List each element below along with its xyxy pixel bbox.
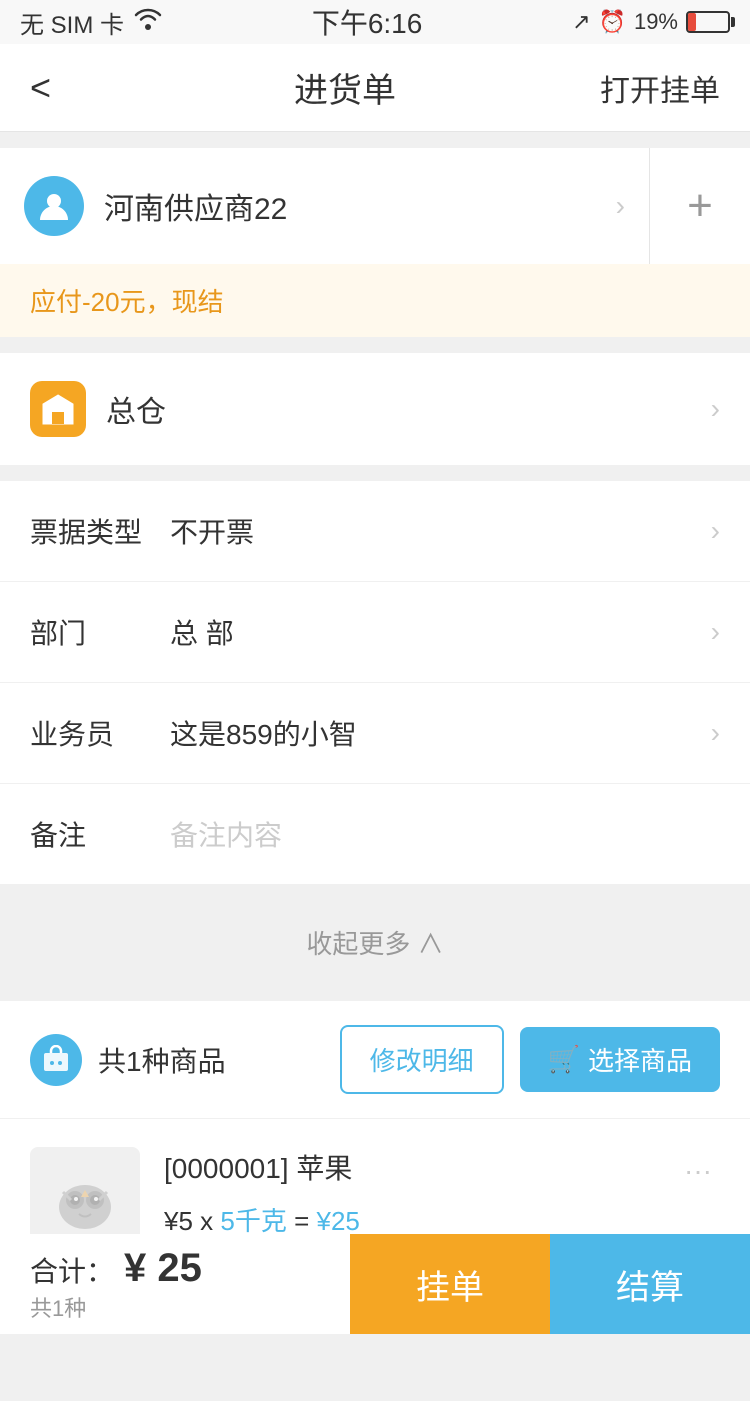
salesperson-row[interactable]: 业务员 这是859的小智 › [0,683,750,784]
supplier-avatar [24,176,84,236]
supplier-row[interactable]: 河南供应商22 › [0,148,650,264]
checkout-button[interactable]: 结算 [550,1234,750,1334]
open-hang-button[interactable]: 打开挂单 [600,66,720,110]
warehouse-icon [30,381,86,437]
product-name: [0000001] 苹果 [164,1147,676,1187]
total-wrapper: 合计： ¥ 25 共1种 [30,1246,202,1323]
total-amount: ¥ 25 [124,1246,202,1291]
product-info: [0000001] 苹果 ¥5 x 5千克 = ¥25 [164,1147,676,1238]
warehouse-row[interactable]: 总仓 › [0,353,750,465]
remark-label: 备注 [30,814,170,854]
total-label: 合计： [30,1250,114,1290]
cart-icon: 🛒 [548,1044,580,1075]
page-title: 进货单 [294,63,396,112]
status-bar: 无 SIM 卡 下午6:16 ↗ ⏰ 19% [0,0,750,44]
nav-bar: < 进货单 打开挂单 [0,44,750,132]
alarm-icon: ⏰ [599,9,626,35]
select-product-label: 选择商品 [588,1041,692,1078]
wifi-icon [134,8,162,37]
collapse-row[interactable]: 收起更多 ∧ [0,900,750,985]
total-area: 合计： ¥ 25 共1种 [0,1234,350,1334]
invoice-type-row[interactable]: 票据类型 不开票 › [0,481,750,582]
product-count-text: 共1种商品 [98,1040,340,1080]
remark-row[interactable]: 备注 备注内容 [0,784,750,884]
hang-order-button[interactable]: 挂单 [350,1234,550,1334]
alert-text: 应付-20元，现结 [30,287,224,317]
supplier-section: 河南供应商22 › + [0,148,750,264]
salesperson-value: 这是859的小智 [170,713,711,753]
department-label: 部门 [30,612,170,652]
product-price: ¥5 x 5千克 = ¥25 [164,1201,676,1238]
modify-detail-button[interactable]: 修改明细 [340,1025,504,1094]
product-count-icon [30,1034,82,1086]
invoice-type-value: 不开票 [170,511,711,551]
back-button[interactable]: < [30,67,90,109]
department-value: 总 部 [170,612,711,652]
total-count: 共1种 [30,1291,202,1323]
location-icon: ↗ [572,9,590,35]
chevron-right-icon: › [711,717,720,749]
select-product-button[interactable]: 🛒 选择商品 [520,1027,720,1092]
chevron-right-icon: › [616,190,625,222]
product-header: 共1种商品 修改明细 🛒 选择商品 [0,1001,750,1119]
chevron-right-icon: › [711,393,720,425]
salesperson-label: 业务员 [30,713,170,753]
form-section: 票据类型 不开票 › 部门 总 部 › 业务员 这是859的小智 › 备注 备注… [0,481,750,884]
remark-input[interactable]: 备注内容 [170,814,720,854]
chevron-right-icon: › [711,616,720,648]
warehouse-name: 总仓 [106,387,711,431]
collapse-text: 收起更多 ∧ [306,924,443,961]
status-left: 无 SIM 卡 [20,5,162,40]
supplier-name: 河南供应商22 [104,184,616,228]
bottom-bar: 合计： ¥ 25 共1种 挂单 结算 [0,1234,750,1334]
carrier-text: 无 SIM 卡 [20,5,124,40]
department-row[interactable]: 部门 总 部 › [0,582,750,683]
alert-banner: 应付-20元，现结 [0,264,750,337]
battery-percent: 19% [634,9,678,35]
main-content: 河南供应商22 › + 应付-20元，现结 总仓 › 票据类型 不开票 › 部门 [0,148,750,1401]
battery-icon [686,11,730,33]
status-time: 下午6:16 [312,2,423,42]
status-right: ↗ ⏰ 19% [572,9,730,35]
add-supplier-button[interactable]: + [650,148,750,264]
invoice-type-label: 票据类型 [30,511,170,551]
chevron-right-icon: › [711,515,720,547]
product-more-button[interactable]: ··· [676,1147,720,1195]
